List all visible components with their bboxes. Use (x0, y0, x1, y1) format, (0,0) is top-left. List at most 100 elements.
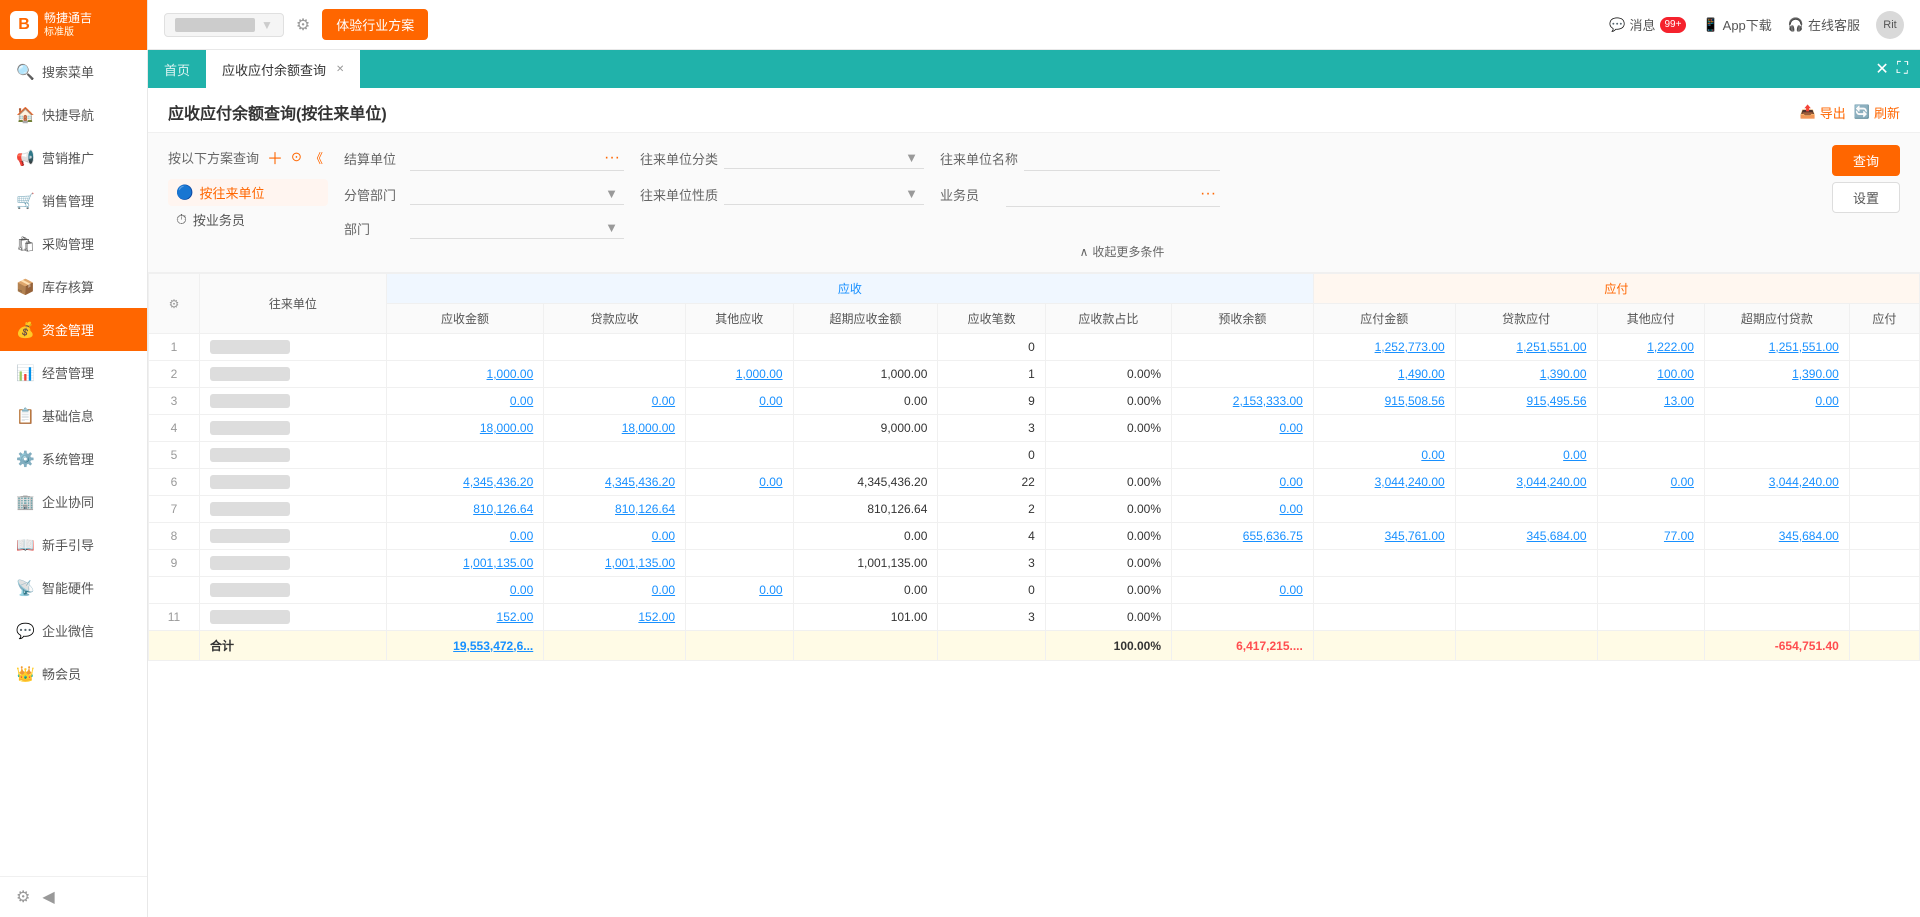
table-cell[interactable]: 0.00 (544, 577, 686, 604)
table-cell[interactable] (1455, 415, 1597, 442)
tab-fullscreen-icon[interactable]: ⛶ (1897, 60, 1908, 78)
table-cell[interactable]: 4,345,436.20 (544, 469, 686, 496)
table-cell[interactable]: 100.00 (1597, 361, 1704, 388)
subnav-by-unit[interactable]: 🔵 按往来单位 (168, 179, 328, 206)
table-cell[interactable]: 0.00 (1704, 388, 1849, 415)
settlement-ellipsis-icon[interactable]: ··· (604, 149, 620, 167)
sidebar-item-sales[interactable]: 🛒 销售管理 (0, 179, 147, 222)
sidebar-item-vip[interactable]: 👑 畅会员 (0, 652, 147, 695)
table-cell[interactable] (1597, 442, 1704, 469)
table-cell[interactable] (1172, 604, 1314, 631)
table-cell[interactable]: 1,390.00 (1704, 361, 1849, 388)
table-cell[interactable] (544, 442, 686, 469)
table-cell[interactable]: 345,684.00 (1704, 523, 1849, 550)
table-cell[interactable]: 0.00 (1172, 469, 1314, 496)
salesperson-ellipsis-icon[interactable]: ··· (1200, 185, 1216, 203)
table-cell[interactable]: 0.00 (1455, 442, 1597, 469)
messages-item[interactable]: 💬 消息 99+ (1609, 15, 1686, 34)
table-cell[interactable]: 18,000.00 (544, 415, 686, 442)
filter-settlement-input[interactable] (414, 147, 604, 168)
table-cell[interactable] (686, 442, 793, 469)
table-cell[interactable] (686, 334, 793, 361)
table-cell[interactable] (1313, 577, 1455, 604)
table-cell[interactable] (1597, 415, 1704, 442)
table-cell[interactable]: 77.00 (1597, 523, 1704, 550)
table-cell[interactable] (686, 496, 793, 523)
table-cell[interactable]: 3,044,240.00 (1455, 469, 1597, 496)
table-cell[interactable] (686, 604, 793, 631)
settings-button[interactable]: 设置 (1832, 182, 1900, 213)
table-cell[interactable]: 1,390.00 (1455, 361, 1597, 388)
promo-button[interactable]: 体验行业方案 (322, 9, 428, 40)
filter-unit-name-input[interactable] (1028, 147, 1216, 168)
table-cell[interactable] (544, 361, 686, 388)
collapse-button[interactable]: ∧ 收起更多条件 (344, 243, 1900, 260)
query-button[interactable]: 查询 (1832, 145, 1900, 176)
sidebar-item-wechat[interactable]: 💬 企业微信 (0, 609, 147, 652)
settings-bottom-icon[interactable]: ⚙ (16, 887, 30, 907)
table-cell[interactable] (1455, 604, 1597, 631)
table-cell[interactable] (686, 523, 793, 550)
table-cell[interactable]: 0.00 (1172, 577, 1314, 604)
table-cell[interactable] (1313, 604, 1455, 631)
table-cell[interactable]: 655,636.75 (1172, 523, 1314, 550)
tab-close-icon[interactable]: ✕ (336, 64, 344, 75)
table-cell[interactable] (544, 334, 686, 361)
table-cell[interactable]: 1,000.00 (386, 361, 543, 388)
subnav-by-salesperson[interactable]: ⏱ 按业务员 (168, 206, 328, 233)
table-cell[interactable]: 0.00 (386, 577, 543, 604)
table-cell[interactable]: 0.00 (544, 523, 686, 550)
topbar-gear-icon[interactable]: ⚙ (296, 15, 310, 35)
table-cell[interactable] (1597, 496, 1704, 523)
table-cell[interactable]: 0.00 (686, 388, 793, 415)
table-cell[interactable] (1313, 550, 1455, 577)
table-cell[interactable]: 0.00 (544, 388, 686, 415)
table-cell[interactable]: 1,000.00 (686, 361, 793, 388)
filter-dept-select[interactable]: ▼ (410, 183, 624, 205)
app-download-item[interactable]: 📱 App下载 (1702, 15, 1771, 34)
table-cell[interactable]: 345,761.00 (1313, 523, 1455, 550)
user-avatar-item[interactable]: Rit (1876, 11, 1904, 39)
table-cell[interactable]: 810,126.64 (544, 496, 686, 523)
filter-unit-nature-select[interactable]: ▼ (724, 183, 924, 205)
footer-ar-amount[interactable]: 19,553,472,6... (386, 631, 543, 661)
table-cell[interactable] (1455, 550, 1597, 577)
table-cell[interactable]: 345,684.00 (1455, 523, 1597, 550)
table-wrapper[interactable]: ⚙ 往来单位 应收 应付 应收金额 贷款应收 其他应收 超期应收金额 应收笔数 … (148, 273, 1920, 917)
table-cell[interactable] (686, 415, 793, 442)
filter-collapse-left-icon[interactable]: 《 (310, 148, 323, 167)
sidebar-item-hardware[interactable]: 📡 智能硬件 (0, 566, 147, 609)
table-cell[interactable]: 0.00 (386, 388, 543, 415)
table-cell[interactable] (1455, 496, 1597, 523)
tab-home[interactable]: 首页 (148, 50, 206, 88)
sidebar-item-purchase[interactable]: 🛍 采购管理 (0, 222, 147, 265)
table-cell[interactable]: 1,251,551.00 (1704, 334, 1849, 361)
table-settings-icon[interactable]: ⚙ (159, 289, 189, 319)
sidebar-item-collab[interactable]: 🏢 企业协同 (0, 480, 147, 523)
table-cell[interactable] (1172, 334, 1314, 361)
sidebar-item-search[interactable]: 🔍 搜索菜单 (0, 50, 147, 93)
table-cell[interactable]: 810,126.64 (386, 496, 543, 523)
table-cell[interactable] (1704, 577, 1849, 604)
sidebar-item-marketing[interactable]: 📢 营销推广 (0, 136, 147, 179)
table-cell[interactable] (1704, 442, 1849, 469)
table-cell[interactable]: 13.00 (1597, 388, 1704, 415)
table-cell[interactable]: 0.00 (1172, 415, 1314, 442)
breadcrumb[interactable]: ▼ (164, 13, 284, 37)
table-cell[interactable]: 18,000.00 (386, 415, 543, 442)
tab-ar-ap[interactable]: 应收应付余额查询 ✕ (206, 50, 360, 88)
sidebar-item-basics[interactable]: 📋 基础信息 (0, 394, 147, 437)
table-cell[interactable]: 4,345,436.20 (386, 469, 543, 496)
table-cell[interactable] (686, 550, 793, 577)
table-cell[interactable] (386, 442, 543, 469)
filter-add-icon[interactable]: ＋ (267, 145, 283, 169)
table-cell[interactable] (1704, 415, 1849, 442)
table-cell[interactable]: 152.00 (544, 604, 686, 631)
table-cell[interactable]: 1,222.00 (1597, 334, 1704, 361)
sidebar-item-inventory[interactable]: 📦 库存核算 (0, 265, 147, 308)
table-cell[interactable]: 915,508.56 (1313, 388, 1455, 415)
table-cell[interactable]: 1,251,551.00 (1455, 334, 1597, 361)
table-cell[interactable]: 1,490.00 (1313, 361, 1455, 388)
tab-close-all-icon[interactable]: ✕ (1875, 59, 1888, 79)
table-cell[interactable] (1172, 550, 1314, 577)
